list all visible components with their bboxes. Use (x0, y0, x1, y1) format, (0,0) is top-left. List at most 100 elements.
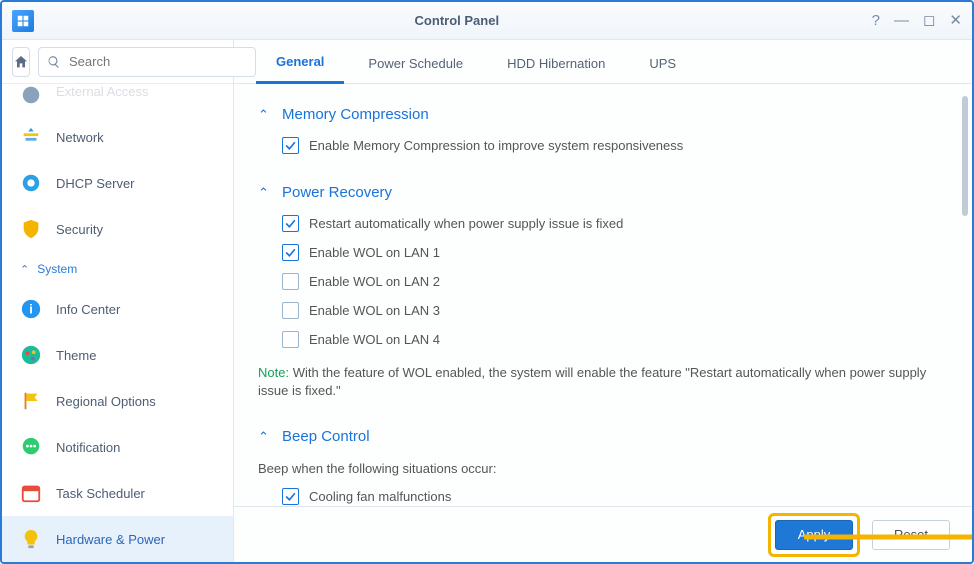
note-text: With the feature of WOL enabled, the sys… (258, 365, 926, 398)
option-wol-lan4[interactable]: Enable WOL on LAN 4 (258, 325, 938, 354)
tab-ups[interactable]: UPS (629, 46, 696, 83)
beep-intro: Beep when the following situations occur… (258, 453, 938, 482)
sidebar-item-label: DHCP Server (56, 176, 135, 191)
calendar-icon (20, 482, 42, 504)
option-label: Restart automatically when power supply … (309, 216, 623, 231)
note-label: Note: (258, 365, 289, 380)
sidebar-item-security[interactable]: Security (2, 206, 233, 252)
sidebar-item-theme[interactable]: Theme (2, 332, 233, 378)
tab-label: General (276, 54, 324, 69)
sidebar-item-label: Security (56, 222, 103, 237)
control-panel-window: Control Panel ? — ◻ ✕ Externa (0, 0, 974, 564)
sidebar-item-dhcp[interactable]: DHCP Server (2, 160, 233, 206)
dhcp-icon (20, 172, 42, 194)
option-wol-lan3[interactable]: Enable WOL on LAN 3 (258, 296, 938, 325)
button-label: Apply (798, 527, 831, 542)
tab-power-schedule[interactable]: Power Schedule (348, 46, 483, 83)
sidebar-scroll[interactable]: External Access Network DHCP Server Secu… (2, 84, 233, 562)
sidebar-item-label: Info Center (56, 302, 120, 317)
section-title: Memory Compression (282, 106, 429, 123)
tab-general[interactable]: General (256, 44, 344, 84)
option-label: Enable Memory Compression to improve sys… (309, 138, 683, 153)
tab-label: UPS (649, 56, 676, 71)
option-restart-auto[interactable]: Restart automatically when power supply … (258, 209, 938, 238)
window-title: Control Panel (42, 13, 872, 28)
info-icon: i (20, 298, 42, 320)
content-scroll[interactable]: ⌃ Memory Compression Enable Memory Compr… (234, 84, 972, 506)
app-icon (12, 10, 34, 32)
checkbox[interactable] (282, 137, 299, 154)
home-button[interactable] (12, 47, 30, 77)
tab-label: HDD Hibernation (507, 56, 605, 71)
tabs: General Power Schedule HDD Hibernation U… (234, 40, 972, 84)
option-enable-memory-compression[interactable]: Enable Memory Compression to improve sys… (258, 131, 938, 160)
chevron-up-icon: ⌃ (258, 107, 272, 123)
help-icon[interactable]: ? (872, 13, 880, 28)
maximize-icon[interactable]: ◻ (923, 13, 935, 28)
scrollbar-thumb[interactable] (962, 96, 968, 216)
main-panel: General Power Schedule HDD Hibernation U… (234, 40, 972, 562)
section-beep-control[interactable]: ⌃ Beep Control (258, 418, 938, 453)
button-label: Reset (894, 527, 928, 542)
window-controls: ? — ◻ ✕ (872, 13, 962, 28)
minimize-icon[interactable]: — (894, 13, 909, 28)
footer: Apply Reset (234, 506, 972, 562)
sidebar-item-task-scheduler[interactable]: Task Scheduler (2, 470, 233, 516)
option-label: Enable WOL on LAN 4 (309, 332, 440, 347)
sidebar-item-label: Regional Options (56, 394, 156, 409)
section-title: Beep Control (282, 428, 370, 445)
checkbox[interactable] (282, 215, 299, 232)
section-memory-compression[interactable]: ⌃ Memory Compression (258, 96, 938, 131)
globe-icon (20, 84, 42, 106)
tab-label: Power Schedule (368, 56, 463, 71)
titlebar: Control Panel ? — ◻ ✕ (2, 2, 972, 40)
option-wol-lan2[interactable]: Enable WOL on LAN 2 (258, 267, 938, 296)
chevron-up-icon: ⌃ (258, 185, 272, 201)
body: External Access Network DHCP Server Secu… (2, 40, 972, 562)
network-icon (20, 126, 42, 148)
checkbox[interactable] (282, 488, 299, 505)
svg-text:i: i (29, 302, 33, 317)
sidebar-item-regional[interactable]: Regional Options (2, 378, 233, 424)
chevron-up-icon: ⌃ (258, 429, 272, 445)
sidebar-section-label: System (37, 262, 77, 276)
sidebar-item-label: Hardware & Power (56, 532, 165, 547)
apply-highlight: Apply (768, 513, 860, 557)
palette-icon (20, 344, 42, 366)
sidebar-section-system[interactable]: ⌃ System (2, 252, 233, 286)
sidebar-item-label: External Access (56, 84, 149, 99)
apply-button[interactable]: Apply (775, 520, 853, 550)
sidebar-item-label: Task Scheduler (56, 486, 145, 501)
sidebar-item-info-center[interactable]: i Info Center (2, 286, 233, 332)
reset-button[interactable]: Reset (872, 520, 950, 550)
checkbox[interactable] (282, 273, 299, 290)
shield-icon (20, 218, 42, 240)
search-input[interactable] (67, 53, 247, 70)
option-label: Enable WOL on LAN 3 (309, 303, 440, 318)
search-field[interactable] (38, 47, 256, 77)
section-title: Power Recovery (282, 184, 392, 201)
sidebar-item-label: Theme (56, 348, 96, 363)
flag-icon (20, 390, 42, 412)
chat-icon (20, 436, 42, 458)
close-icon[interactable]: ✕ (949, 13, 962, 28)
sidebar-item-hardware-power[interactable]: Hardware & Power (2, 516, 233, 562)
checkbox[interactable] (282, 302, 299, 319)
checkbox[interactable] (282, 244, 299, 261)
section-power-recovery[interactable]: ⌃ Power Recovery (258, 174, 938, 209)
tab-hdd-hibernation[interactable]: HDD Hibernation (487, 46, 625, 83)
sidebar-item-label: Notification (56, 440, 120, 455)
option-label: Enable WOL on LAN 2 (309, 274, 440, 289)
checkbox[interactable] (282, 331, 299, 348)
sidebar: External Access Network DHCP Server Secu… (2, 40, 234, 562)
sidebar-item-external-access[interactable]: External Access (2, 84, 233, 114)
sidebar-item-label: Network (56, 130, 104, 145)
option-label: Cooling fan malfunctions (309, 489, 451, 504)
sidebar-item-notification[interactable]: Notification (2, 424, 233, 470)
option-label: Enable WOL on LAN 1 (309, 245, 440, 260)
sidebar-item-network[interactable]: Network (2, 114, 233, 160)
sidebar-top (2, 40, 233, 84)
option-beep-fan[interactable]: Cooling fan malfunctions (258, 482, 938, 506)
option-wol-lan1[interactable]: Enable WOL on LAN 1 (258, 238, 938, 267)
bulb-icon (20, 528, 42, 550)
